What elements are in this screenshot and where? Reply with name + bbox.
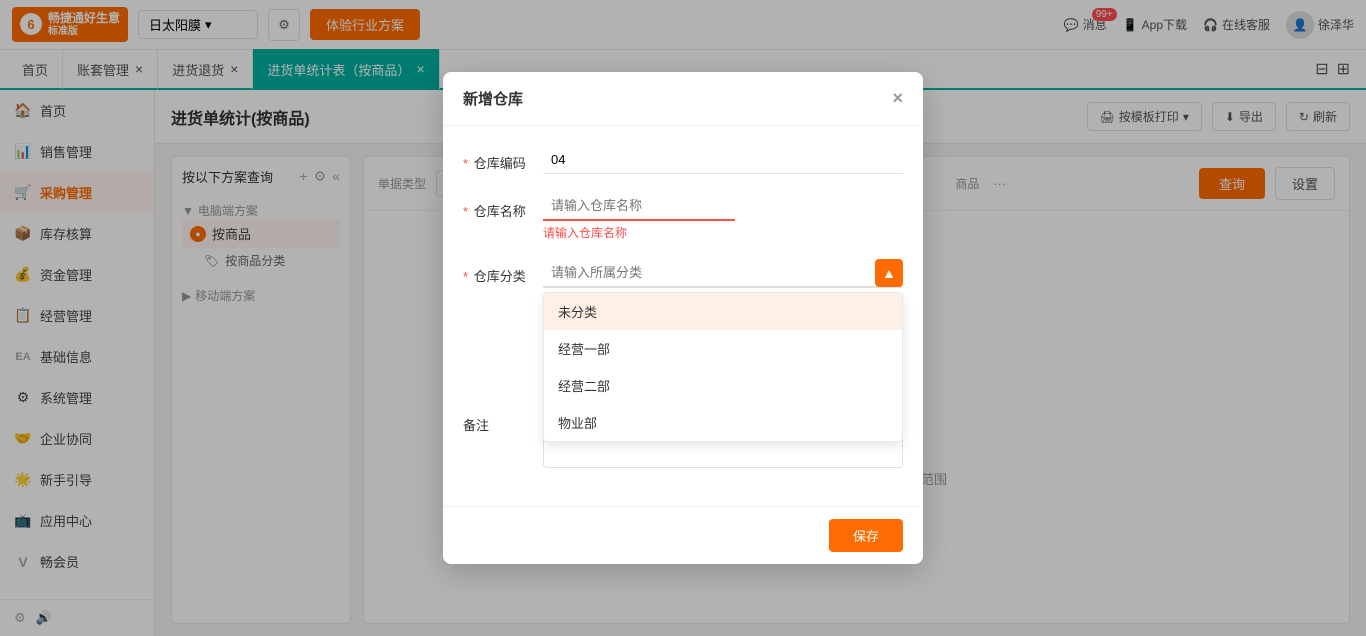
form-row-name: * 仓库名称 请输入仓库名称 [463, 192, 903, 241]
category-dropdown-wrapper: ▲ 未分类 经营一部 经营二部 物业部 [543, 259, 903, 288]
modal-header: 新增仓库 × [443, 72, 923, 126]
note-label: 备注 [463, 408, 543, 434]
chevron-up-icon: ▲ [882, 265, 896, 281]
modal-footer: 保存 [443, 506, 923, 564]
dropdown-option-uncategorized[interactable]: 未分类 [544, 293, 902, 330]
category-dropdown-list: 未分类 经营一部 经营二部 物业部 [543, 292, 903, 442]
modal-body: * 仓库编码 * 仓库名称 请输入仓库名称 [443, 126, 923, 506]
name-label: * 仓库名称 [463, 194, 543, 220]
modal-title: 新增仓库 [463, 88, 523, 109]
form-row-category: * 仓库分类 ▲ 未分类 经营一部 经营二部 物业部 [463, 259, 903, 288]
dropdown-toggle-button[interactable]: ▲ [875, 259, 903, 287]
dropdown-option-dept3[interactable]: 物业部 [544, 404, 902, 441]
modal-overlay: 新增仓库 × * 仓库编码 * 仓库名称 [0, 0, 1366, 636]
code-input[interactable] [543, 146, 903, 174]
dropdown-option-dept2[interactable]: 经营二部 [544, 367, 902, 404]
save-button[interactable]: 保存 [829, 519, 903, 552]
form-row-code: * 仓库编码 [463, 146, 903, 174]
name-error-msg: 请输入仓库名称 [543, 226, 627, 240]
dropdown-option-dept1[interactable]: 经营一部 [544, 330, 902, 367]
code-label: * 仓库编码 [463, 146, 543, 172]
category-label: * 仓库分类 [463, 259, 543, 285]
name-input[interactable] [543, 192, 735, 221]
category-input[interactable] [543, 259, 903, 287]
modal-close-button[interactable]: × [892, 88, 903, 109]
new-warehouse-modal: 新增仓库 × * 仓库编码 * 仓库名称 [443, 72, 923, 564]
